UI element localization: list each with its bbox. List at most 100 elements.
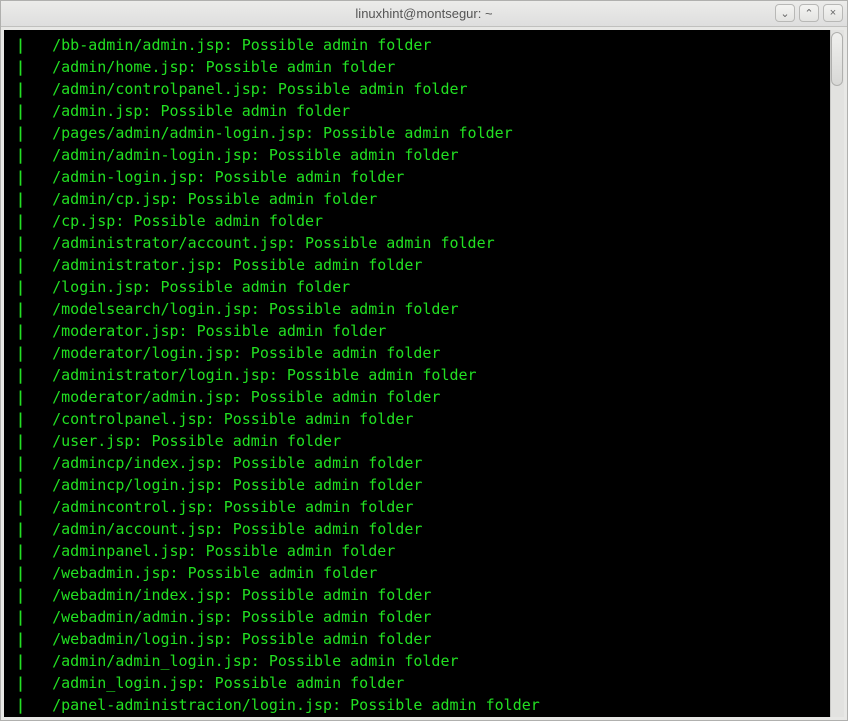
line-text: /login.jsp: Possible admin folder — [52, 278, 350, 296]
line-text: /moderator/admin.jsp: Possible admin fol… — [52, 388, 440, 406]
line-prefix: | — [16, 674, 52, 692]
line-text: /administrator/account.jsp: Possible adm… — [52, 234, 495, 252]
output-line: | /admin_login.jsp: Possible admin folde… — [16, 672, 842, 694]
line-prefix: | — [16, 300, 52, 318]
line-text: /admin/account.jsp: Possible admin folde… — [52, 520, 422, 538]
window-controls: ⌄ ⌃ × — [775, 4, 843, 22]
line-text: /admincp/index.jsp: Possible admin folde… — [52, 454, 422, 472]
line-text: /user.jsp: Possible admin folder — [52, 432, 341, 450]
line-prefix: | — [16, 520, 52, 538]
output-line: | /admin/controlpanel.jsp: Possible admi… — [16, 78, 842, 100]
output-line: | /login.jsp: Possible admin folder — [16, 276, 842, 298]
line-prefix: | — [16, 652, 52, 670]
line-prefix: | — [16, 454, 52, 472]
line-text: /moderator/login.jsp: Possible admin fol… — [52, 344, 440, 362]
line-prefix: | — [16, 410, 52, 428]
output-line: | /adminpanel.jsp: Possible admin folder — [16, 540, 842, 562]
close-button[interactable]: × — [823, 4, 843, 22]
line-text: /webadmin/login.jsp: Possible admin fold… — [52, 630, 431, 648]
line-prefix: | — [16, 36, 52, 54]
output-line: | /admin/home.jsp: Possible admin folder — [16, 56, 842, 78]
line-text: /administrator/login.jsp: Possible admin… — [52, 366, 476, 384]
line-text: /admin.jsp: Possible admin folder — [52, 102, 350, 120]
line-prefix: | — [16, 234, 52, 252]
output-line: | /bb-admin/admin.jsp: Possible admin fo… — [16, 34, 842, 56]
line-text: /webadmin/index.jsp: Possible admin fold… — [52, 586, 431, 604]
line-prefix: | — [16, 212, 52, 230]
line-text: /modelsearch/login.jsp: Possible admin f… — [52, 300, 458, 318]
output-line: | /pages/admin/admin-login.jsp: Possible… — [16, 122, 842, 144]
line-text: /moderator.jsp: Possible admin folder — [52, 322, 386, 340]
line-prefix: | — [16, 498, 52, 516]
output-line: | /admin/admin-login.jsp: Possible admin… — [16, 144, 842, 166]
line-text: /admin-login.jsp: Possible admin folder — [52, 168, 404, 186]
line-text: /admin/controlpanel.jsp: Possible admin … — [52, 80, 467, 98]
line-prefix: | — [16, 388, 52, 406]
output-line: | /admincp/index.jsp: Possible admin fol… — [16, 452, 842, 474]
line-text: /webadmin/admin.jsp: Possible admin fold… — [52, 608, 431, 626]
output-line: | /admincontrol.jsp: Possible admin fold… — [16, 496, 842, 518]
line-text: /controlpanel.jsp: Possible admin folder — [52, 410, 413, 428]
line-prefix: | — [16, 322, 52, 340]
line-text: /admincp/login.jsp: Possible admin folde… — [52, 476, 422, 494]
line-text: /cp.jsp: Possible admin folder — [52, 212, 323, 230]
scrollbar-thumb[interactable] — [831, 32, 843, 86]
output-line: | /moderator.jsp: Possible admin folder — [16, 320, 842, 342]
window-title: linuxhint@montsegur: ~ — [355, 6, 492, 21]
line-prefix: | — [16, 630, 52, 648]
maximize-button[interactable]: ⌃ — [799, 4, 819, 22]
line-text: /admin/home.jsp: Possible admin folder — [52, 58, 395, 76]
line-prefix: | — [16, 278, 52, 296]
scrollbar-track[interactable] — [830, 30, 844, 717]
line-text: /admin/admin-login.jsp: Possible admin f… — [52, 146, 458, 164]
output-line: | /user.jsp: Possible admin folder — [16, 430, 842, 452]
line-prefix: | — [16, 542, 52, 560]
maximize-icon: ⌃ — [804, 7, 813, 20]
output-line: | /webadmin/login.jsp: Possible admin fo… — [16, 628, 842, 650]
output-line: | /panel-administracion/login.jsp: Possi… — [16, 694, 842, 716]
minimize-button[interactable]: ⌄ — [775, 4, 795, 22]
line-prefix: | — [16, 432, 52, 450]
terminal-output: | /bb-admin/admin.jsp: Possible admin fo… — [4, 30, 844, 717]
line-text: /pages/admin/admin-login.jsp: Possible a… — [52, 124, 513, 142]
terminal[interactable]: | /bb-admin/admin.jsp: Possible admin fo… — [4, 30, 844, 717]
line-prefix: | — [16, 696, 52, 714]
output-line: | /admin.jsp: Possible admin folder — [16, 100, 842, 122]
output-line: | /moderator/login.jsp: Possible admin f… — [16, 342, 842, 364]
app-window: linuxhint@montsegur: ~ ⌄ ⌃ × | /bb-admin… — [0, 0, 848, 721]
output-line: | /admin/admin_login.jsp: Possible admin… — [16, 650, 842, 672]
titlebar[interactable]: linuxhint@montsegur: ~ ⌄ ⌃ × — [1, 1, 847, 27]
line-prefix: | — [16, 102, 52, 120]
output-line: | /administrator/account.jsp: Possible a… — [16, 232, 842, 254]
line-prefix: | — [16, 256, 52, 274]
output-line: | /admincp/login.jsp: Possible admin fol… — [16, 474, 842, 496]
line-prefix: | — [16, 344, 52, 362]
line-text: /admincontrol.jsp: Possible admin folder — [52, 498, 413, 516]
line-text: /adminpanel.jsp: Possible admin folder — [52, 542, 395, 560]
line-text: /panel-administracion/login.jsp: Possibl… — [52, 696, 540, 714]
output-line: | /administrator/login.jsp: Possible adm… — [16, 364, 842, 386]
output-line: | /modelsearch/login.jsp: Possible admin… — [16, 298, 842, 320]
line-prefix: | — [16, 608, 52, 626]
output-line: | /cp.jsp: Possible admin folder — [16, 210, 842, 232]
output-line: | /administrator.jsp: Possible admin fol… — [16, 254, 842, 276]
line-prefix: | — [16, 586, 52, 604]
line-prefix: | — [16, 366, 52, 384]
output-line: | /controlpanel.jsp: Possible admin fold… — [16, 408, 842, 430]
minimize-icon: ⌄ — [780, 7, 789, 20]
line-prefix: | — [16, 124, 52, 142]
output-line: | /webadmin/admin.jsp: Possible admin fo… — [16, 606, 842, 628]
line-prefix: | — [16, 168, 52, 186]
close-icon: × — [830, 7, 836, 19]
output-line: | /moderator/admin.jsp: Possible admin f… — [16, 386, 842, 408]
output-line: | /webadmin.jsp: Possible admin folder — [16, 562, 842, 584]
line-text: /bb-admin/admin.jsp: Possible admin fold… — [52, 36, 431, 54]
line-text: /webadmin.jsp: Possible admin folder — [52, 564, 377, 582]
output-line: | /webadmin/index.jsp: Possible admin fo… — [16, 584, 842, 606]
line-text: /administrator.jsp: Possible admin folde… — [52, 256, 422, 274]
line-text: /admin/admin_login.jsp: Possible admin f… — [52, 652, 458, 670]
output-line: | /admin/cp.jsp: Possible admin folder — [16, 188, 842, 210]
output-line: | /admin-login.jsp: Possible admin folde… — [16, 166, 842, 188]
line-prefix: | — [16, 146, 52, 164]
line-prefix: | — [16, 190, 52, 208]
